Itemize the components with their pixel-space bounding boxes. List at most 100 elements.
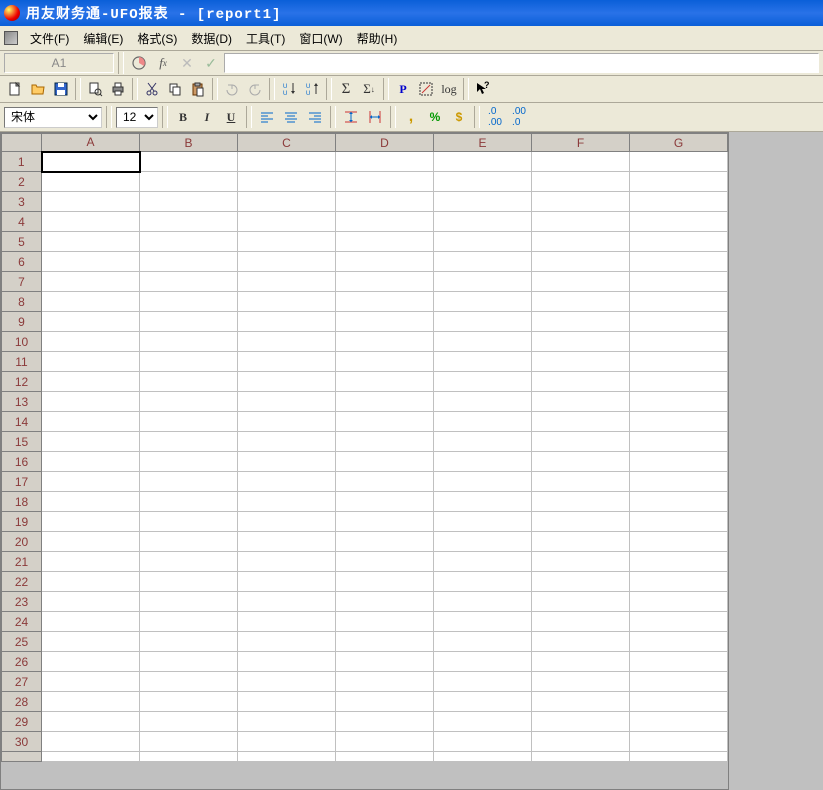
cell[interactable] [42, 332, 140, 352]
font-name-select[interactable]: 宋体 [4, 107, 102, 128]
open-file-icon[interactable] [27, 78, 49, 100]
cell[interactable] [434, 412, 532, 432]
row-header[interactable]: 28 [2, 692, 42, 712]
cell[interactable] [532, 392, 630, 412]
sort-desc-icon[interactable]: UU [301, 78, 323, 100]
row-header[interactable]: 5 [2, 232, 42, 252]
cell[interactable] [336, 592, 434, 612]
cell[interactable] [532, 712, 630, 732]
cell[interactable] [42, 732, 140, 752]
paste-icon[interactable] [187, 78, 209, 100]
new-file-icon[interactable] [4, 78, 26, 100]
cell[interactable] [238, 212, 336, 232]
cell[interactable] [336, 252, 434, 272]
col-width-icon[interactable] [364, 106, 386, 128]
cell[interactable] [336, 332, 434, 352]
cell[interactable] [434, 272, 532, 292]
cell[interactable] [42, 652, 140, 672]
cell[interactable] [630, 372, 728, 392]
cell[interactable] [630, 532, 728, 552]
cell[interactable] [42, 512, 140, 532]
row-header[interactable]: 27 [2, 672, 42, 692]
cell[interactable] [42, 152, 140, 172]
cell[interactable] [336, 212, 434, 232]
column-header[interactable]: E [434, 134, 532, 152]
cell[interactable] [140, 492, 238, 512]
cell[interactable] [42, 372, 140, 392]
cell[interactable] [140, 272, 238, 292]
cell-reference-box[interactable]: A1 [4, 53, 114, 73]
cell[interactable] [434, 432, 532, 452]
cell[interactable] [434, 532, 532, 552]
cell[interactable] [238, 472, 336, 492]
currency-format-button[interactable]: $ [448, 106, 470, 128]
cell[interactable] [336, 632, 434, 652]
cell[interactable] [630, 692, 728, 712]
column-header[interactable]: C [238, 134, 336, 152]
row-header[interactable]: 12 [2, 372, 42, 392]
cell[interactable] [238, 732, 336, 752]
cell[interactable] [532, 732, 630, 752]
row-header[interactable]: 24 [2, 612, 42, 632]
cell[interactable] [238, 392, 336, 412]
cell[interactable] [336, 152, 434, 172]
print-icon[interactable] [107, 78, 129, 100]
cell[interactable] [238, 292, 336, 312]
cell[interactable] [140, 512, 238, 532]
cell[interactable] [434, 352, 532, 372]
cell[interactable] [336, 412, 434, 432]
cell[interactable] [532, 572, 630, 592]
cell[interactable] [42, 452, 140, 472]
cell[interactable] [140, 192, 238, 212]
cell[interactable] [434, 652, 532, 672]
cell[interactable] [140, 412, 238, 432]
align-left-icon[interactable] [256, 106, 278, 128]
cell[interactable] [238, 592, 336, 612]
cell[interactable] [336, 552, 434, 572]
cell[interactable] [42, 272, 140, 292]
cell[interactable] [532, 212, 630, 232]
cell[interactable] [140, 312, 238, 332]
row-header[interactable]: 9 [2, 312, 42, 332]
cell[interactable] [434, 512, 532, 532]
cell[interactable] [238, 752, 336, 762]
cell[interactable] [630, 232, 728, 252]
align-right-icon[interactable] [304, 106, 326, 128]
cell[interactable] [140, 532, 238, 552]
cell[interactable] [532, 532, 630, 552]
cell[interactable] [434, 732, 532, 752]
cell[interactable] [140, 212, 238, 232]
row-header[interactable]: 18 [2, 492, 42, 512]
cell[interactable] [336, 452, 434, 472]
cell[interactable] [140, 652, 238, 672]
cell[interactable] [532, 552, 630, 572]
percent-format-button[interactable]: % [424, 106, 446, 128]
cell[interactable] [434, 292, 532, 312]
cell[interactable] [42, 612, 140, 632]
increase-decimal-icon[interactable]: .0.00 [484, 106, 506, 128]
row-header[interactable]: 30 [2, 732, 42, 752]
row-header[interactable]: 4 [2, 212, 42, 232]
fx-icon[interactable]: fx [152, 52, 174, 74]
cell[interactable] [532, 632, 630, 652]
row-header[interactable]: 19 [2, 512, 42, 532]
cell[interactable] [532, 312, 630, 332]
cell[interactable] [434, 592, 532, 612]
cut-icon[interactable] [141, 78, 163, 100]
cell[interactable] [140, 692, 238, 712]
cell[interactable] [630, 292, 728, 312]
copy-icon[interactable] [164, 78, 186, 100]
cell[interactable] [42, 592, 140, 612]
cell[interactable] [238, 172, 336, 192]
cell[interactable] [140, 712, 238, 732]
cell[interactable] [532, 592, 630, 612]
cell[interactable] [42, 212, 140, 232]
cell[interactable] [42, 492, 140, 512]
cell[interactable] [140, 332, 238, 352]
row-header[interactable] [2, 752, 42, 762]
cell[interactable] [238, 632, 336, 652]
cell[interactable] [336, 392, 434, 412]
cell[interactable] [140, 612, 238, 632]
cell[interactable] [140, 572, 238, 592]
cell[interactable] [42, 412, 140, 432]
